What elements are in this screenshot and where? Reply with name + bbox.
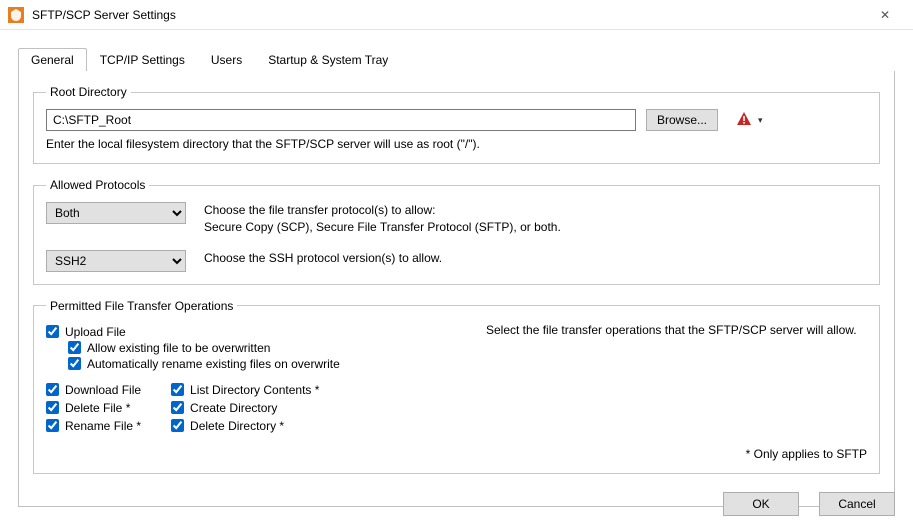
tabs: General TCP/IP Settings Users Startup & … (18, 48, 895, 72)
ops-left-column: Upload File Allow existing file to be ov… (46, 323, 486, 435)
app-icon (8, 7, 24, 23)
chevron-down-icon: ▾ (758, 115, 763, 126)
ops-footnote: * Only applies to SFTP (46, 447, 867, 461)
dialog-footer: OK Cancel (713, 492, 895, 516)
check-delete-file[interactable]: Delete File * (46, 401, 141, 415)
check-delete-file-box[interactable] (46, 401, 59, 414)
browse-button[interactable]: Browse... (646, 109, 718, 131)
check-list-directory-box[interactable] (171, 383, 184, 396)
ok-button[interactable]: OK (723, 492, 799, 516)
window-title: SFTP/SCP Server Settings (32, 8, 865, 22)
check-delete-directory-box[interactable] (171, 419, 184, 432)
ops-col-1: Download File Delete File * Rename File … (46, 381, 141, 435)
group-root-directory: Root Directory Browse... ▾ Enter the loc… (33, 85, 880, 164)
cancel-button[interactable]: Cancel (819, 492, 895, 516)
tab-users[interactable]: Users (198, 48, 255, 71)
close-button[interactable]: ✕ (865, 0, 905, 30)
root-directory-help: Enter the local filesystem directory tha… (46, 137, 867, 151)
tabpanel-general: Root Directory Browse... ▾ Enter the loc… (18, 71, 895, 507)
check-rename-file[interactable]: Rename File * (46, 419, 141, 433)
check-create-directory-box[interactable] (171, 401, 184, 414)
check-download-file-box[interactable] (46, 383, 59, 396)
close-icon: ✕ (880, 8, 890, 22)
ops-col-2: List Directory Contents * Create Directo… (171, 381, 319, 435)
tab-startup[interactable]: Startup & System Tray (255, 48, 401, 71)
root-directory-input[interactable] (46, 109, 636, 131)
permitted-ops-legend: Permitted File Transfer Operations (46, 299, 237, 313)
check-create-directory[interactable]: Create Directory (171, 401, 319, 415)
ops-right-text: Select the file transfer operations that… (486, 323, 867, 435)
check-download-file[interactable]: Download File (46, 383, 141, 397)
warning-icon (736, 111, 752, 130)
check-delete-directory[interactable]: Delete Directory * (171, 419, 319, 433)
group-permitted-operations: Permitted File Transfer Operations Uploa… (33, 299, 880, 474)
tab-general[interactable]: General (18, 48, 87, 71)
check-allow-overwrite[interactable]: Allow existing file to be overwritten (68, 341, 486, 355)
check-auto-rename-box[interactable] (68, 357, 81, 370)
check-upload-file[interactable]: Upload File (46, 325, 486, 339)
root-directory-legend: Root Directory (46, 85, 131, 99)
allowed-protocols-legend: Allowed Protocols (46, 178, 149, 192)
titlebar: SFTP/SCP Server Settings ✕ (0, 0, 913, 30)
check-rename-file-box[interactable] (46, 419, 59, 432)
group-allowed-protocols: Allowed Protocols Both Choose the file t… (33, 178, 880, 285)
content-area: General TCP/IP Settings Users Startup & … (0, 30, 913, 517)
check-list-directory[interactable]: List Directory Contents * (171, 383, 319, 397)
ssh-version-desc: Choose the SSH protocol version(s) to al… (204, 250, 442, 267)
check-auto-rename[interactable]: Automatically rename existing files on o… (68, 357, 486, 371)
check-allow-overwrite-box[interactable] (68, 341, 81, 354)
check-upload-file-box[interactable] (46, 325, 59, 338)
transfer-protocol-select[interactable]: Both (46, 202, 186, 224)
tab-tcpip[interactable]: TCP/IP Settings (87, 48, 198, 71)
ssh-version-select[interactable]: SSH2 (46, 250, 186, 272)
warning-dropdown[interactable]: ▾ (736, 111, 763, 130)
transfer-protocol-desc: Choose the file transfer protocol(s) to … (204, 202, 561, 236)
